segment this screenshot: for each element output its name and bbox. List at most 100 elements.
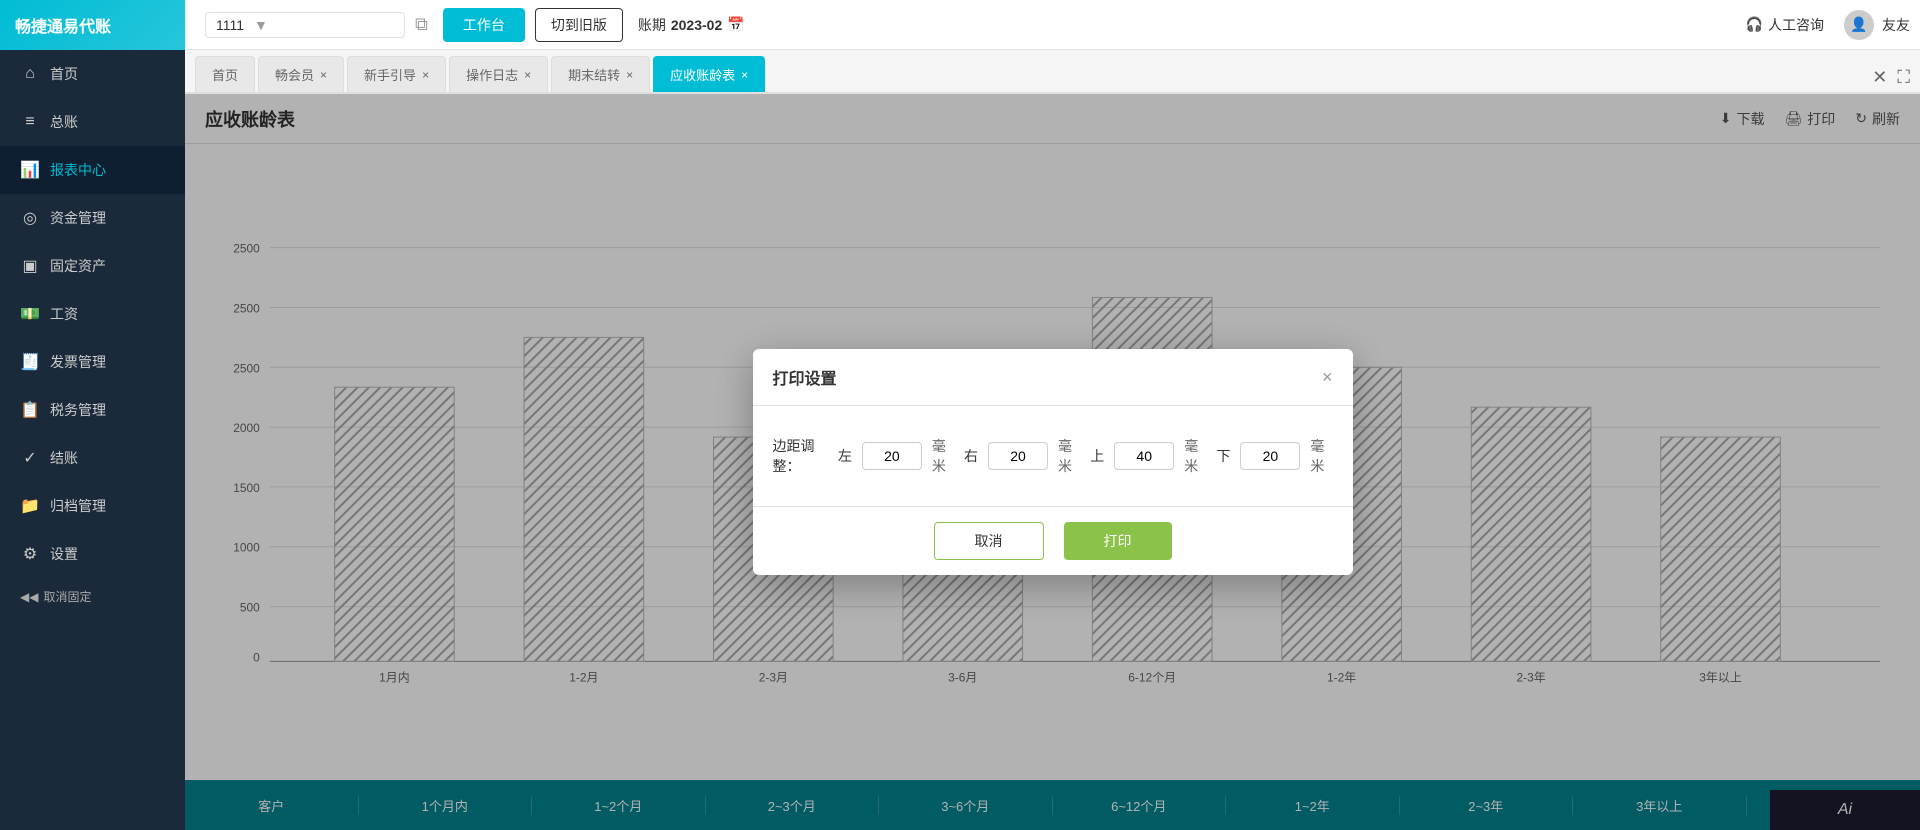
top-label: 上 — [1090, 446, 1104, 466]
settings-icon: ⚙ — [20, 544, 40, 564]
sidebar-label-archive: 归档管理 — [50, 496, 106, 516]
cancel-button[interactable]: 取消 — [934, 522, 1044, 560]
content-area: 首页 畅会员 × 新手引导 × 操作日志 × 期末结转 × 应收账龄表 × — [185, 50, 1920, 830]
company-selector[interactable]: 1111 ▼ — [205, 12, 405, 38]
home-icon: ⌂ — [20, 65, 40, 83]
tab-close-member[interactable]: × — [320, 68, 327, 82]
sidebar-label-general-ledger: 总账 — [50, 112, 78, 132]
archive-icon: 📁 — [20, 496, 40, 516]
sidebar-item-invoices[interactable]: 🧾 发票管理 — [0, 338, 185, 386]
dialog-close-button[interactable]: × — [1322, 367, 1333, 388]
sidebar-label-closing: 结账 — [50, 448, 78, 468]
sidebar-label-invoices: 发票管理 — [50, 352, 106, 372]
tab-guide[interactable]: 新手引导 × — [347, 56, 446, 92]
logo-text: 畅捷通易代账 — [15, 13, 111, 37]
bottom-label: 下 — [1216, 446, 1230, 466]
period-value: 2023-02 — [671, 17, 722, 33]
sidebar-label-settings: 设置 — [50, 544, 78, 564]
right-margin-input[interactable] — [988, 442, 1048, 470]
sidebar-label-fixed-assets: 固定资产 — [50, 256, 106, 276]
header-right: 🎧 人工咨询 👤 友友 — [1746, 10, 1910, 40]
window-controls: ✕ ⛶ — [1872, 67, 1910, 92]
tab-label-home: 首页 — [212, 65, 238, 84]
tab-bar: 首页 畅会员 × 新手引导 × 操作日志 × 期末结转 × 应收账龄表 × — [185, 50, 1920, 94]
dialog-title: 打印设置 — [773, 365, 837, 389]
dialog-footer: 取消 打印 — [753, 506, 1353, 575]
maximize-window-button[interactable]: ⛶ — [1897, 67, 1910, 88]
sidebar-label-funds: 资金管理 — [50, 208, 106, 228]
ledger-icon: ≡ — [20, 113, 40, 131]
tab-label-member: 畅会员 — [275, 65, 314, 84]
tab-member[interactable]: 畅会员 × — [258, 56, 344, 92]
tax-icon: 📋 — [20, 400, 40, 420]
left-label: 左 — [838, 446, 852, 466]
close-window-button[interactable]: ✕ — [1872, 67, 1887, 88]
tab-label-operation-log: 操作日志 — [466, 65, 518, 84]
workbench-button[interactable]: 工作台 — [443, 8, 525, 42]
right-label: 右 — [964, 446, 978, 466]
sidebar-item-home[interactable]: ⌂ 首页 — [0, 50, 185, 98]
funds-icon: ◎ — [20, 208, 40, 228]
user-name: 友友 — [1882, 15, 1910, 35]
page-content: 应收账龄表 ⬇ 下载 🖨 打印 ↻ 刷新 — [185, 94, 1920, 830]
reports-icon: 📊 — [20, 160, 40, 180]
sidebar-collapse-btn[interactable]: ◀◀ 取消固定 — [0, 578, 185, 615]
sidebar-item-reports[interactable]: 📊 报表中心 — [0, 146, 185, 194]
tab-label-guide: 新手引导 — [364, 65, 416, 84]
sidebar-item-settings[interactable]: ⚙ 设置 — [0, 530, 185, 578]
tab-close-guide[interactable]: × — [422, 68, 429, 82]
bottom-margin-input[interactable] — [1240, 442, 1300, 470]
sidebar-item-archive[interactable]: 📁 归档管理 — [0, 482, 185, 530]
left-margin-input[interactable] — [862, 442, 922, 470]
bottom-unit: 毫米 — [1310, 436, 1332, 476]
sidebar-item-fixed-assets[interactable]: ▣ 固定资产 — [0, 242, 185, 290]
sidebar-item-payroll[interactable]: 💵 工资 — [0, 290, 185, 338]
tab-operation-log[interactable]: 操作日志 × — [449, 56, 548, 92]
company-name: 1111 — [216, 17, 244, 33]
left-unit: 毫米 — [932, 436, 954, 476]
dropdown-icon: ▼ — [254, 17, 268, 33]
user-area[interactable]: 👤 友友 — [1844, 10, 1910, 40]
sidebar-item-general-ledger[interactable]: ≡ 总账 — [0, 98, 185, 146]
sidebar-item-tax[interactable]: 📋 税务管理 — [0, 386, 185, 434]
sidebar: ⌂ 首页 ≡ 总账 📊 报表中心 ◎ 资金管理 ▣ 固定资产 💵 工资 🧾 发票… — [0, 50, 185, 830]
tab-aging-report[interactable]: 应收账龄表 × — [653, 56, 765, 92]
support-link[interactable]: 🎧 人工咨询 — [1746, 15, 1824, 35]
tab-close-period-closing[interactable]: × — [626, 68, 633, 82]
avatar: 👤 — [1844, 10, 1874, 40]
period-area: 账期 2023-02 📅 — [638, 15, 745, 35]
payroll-icon: 💵 — [20, 304, 40, 324]
headset-icon: 🎧 — [1746, 16, 1763, 33]
tab-close-aging-report[interactable]: × — [741, 68, 748, 82]
pin-icon: ◀◀ — [20, 590, 38, 604]
dialog-header: 打印设置 × — [753, 349, 1353, 406]
fixed-assets-icon: ▣ — [20, 256, 40, 276]
print-settings-dialog: 打印设置 × 边距调整： 左 毫米 右 毫米 上 — [753, 349, 1353, 575]
avatar-icon: 👤 — [1850, 16, 1867, 33]
tab-label-aging-report: 应收账龄表 — [670, 65, 735, 84]
top-margin-input[interactable] — [1114, 442, 1174, 470]
sidebar-item-funds[interactable]: ◎ 资金管理 — [0, 194, 185, 242]
sidebar-label-home: 首页 — [50, 64, 78, 84]
tab-period-closing[interactable]: 期末结转 × — [551, 56, 650, 92]
confirm-print-button[interactable]: 打印 — [1064, 522, 1172, 560]
switch-version-button[interactable]: 切到旧版 — [535, 8, 623, 42]
sidebar-label-reports: 报表中心 — [50, 160, 106, 180]
dialog-overlay: 打印设置 × 边距调整： 左 毫米 右 毫米 上 — [185, 94, 1920, 830]
sidebar-label-payroll: 工资 — [50, 304, 78, 324]
tab-close-operation-log[interactable]: × — [524, 68, 531, 82]
support-label: 人工咨询 — [1768, 15, 1824, 35]
closing-icon: ✓ — [20, 448, 40, 468]
calendar-icon[interactable]: 📅 — [727, 16, 744, 33]
sidebar-item-closing[interactable]: ✓ 结账 — [0, 434, 185, 482]
period-label: 账期 — [638, 15, 666, 35]
top-unit: 毫米 — [1184, 436, 1206, 476]
invoices-icon: 🧾 — [20, 352, 40, 372]
logo-area: 畅捷通易代账 — [0, 0, 185, 50]
collapse-label: 取消固定 — [43, 588, 91, 605]
dialog-body: 边距调整： 左 毫米 右 毫米 上 毫米 下 毫米 — [753, 406, 1353, 506]
tab-home[interactable]: 首页 — [195, 56, 255, 92]
copy-icon[interactable]: ⧉ — [415, 14, 428, 35]
right-unit: 毫米 — [1058, 436, 1080, 476]
sidebar-label-tax: 税务管理 — [50, 400, 106, 420]
